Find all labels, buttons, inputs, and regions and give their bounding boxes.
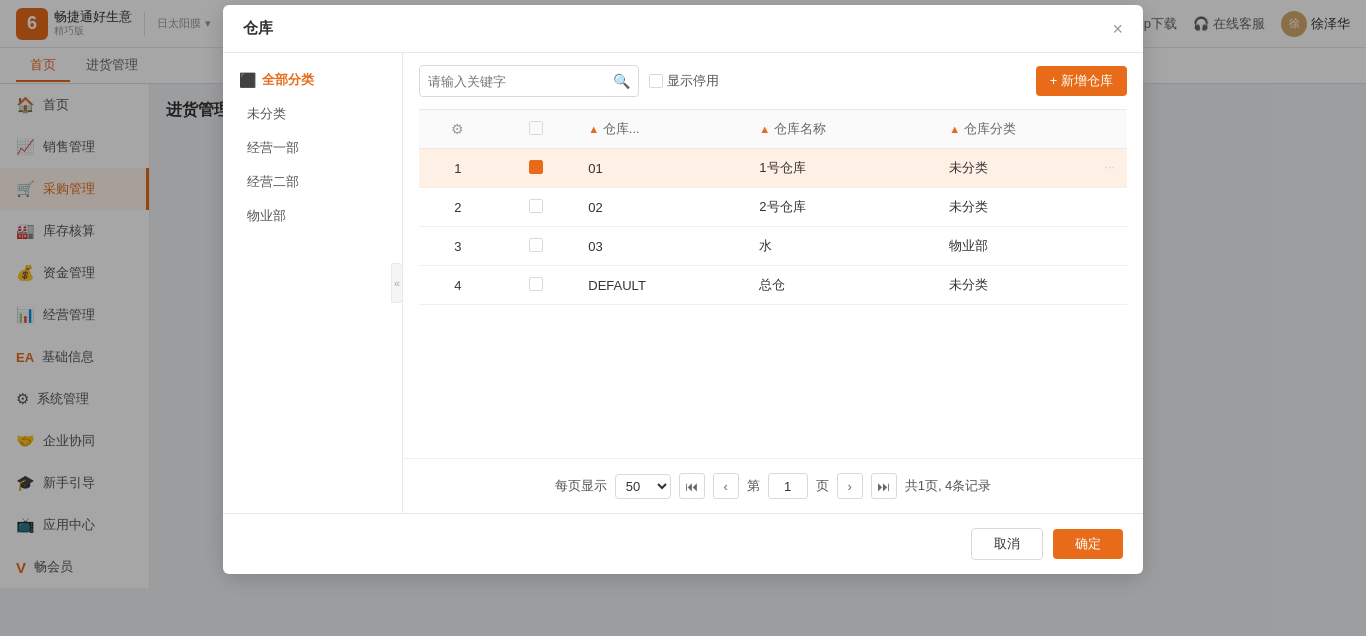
total-info: 共1页, 4条记录 — [905, 477, 992, 495]
table-row[interactable]: 3 03 水 物业部 — [419, 227, 1127, 266]
cat-item-dept2[interactable]: 经营二部 — [223, 165, 402, 199]
search-box: 🔍 — [419, 65, 639, 97]
row-more-button[interactable]: ··· — [1104, 159, 1115, 174]
all-cat-icon: ⬛ — [239, 72, 256, 88]
row-checkbox-cell[interactable] — [497, 227, 577, 266]
toolbar: 🔍 显示停用 + 新增仓库 — [403, 53, 1143, 109]
cancel-button[interactable]: 取消 — [971, 528, 1043, 560]
page-label: 第 — [747, 477, 760, 495]
table-row[interactable]: 4 DEFAULT 总仓 未分类 — [419, 266, 1127, 305]
all-cat-label: 全部分类 — [262, 71, 314, 89]
dialog-close-button[interactable]: × — [1112, 20, 1123, 38]
category-panel: ⬛ 全部分类 未分类 经营一部 经营二部 物业部 « — [223, 53, 403, 513]
warehouse-dialog: 仓库 × ⬛ 全部分类 未分类 经营一部 经营二部 物业部 « 🔍 — [223, 5, 1143, 574]
row-name: 总仓 — [747, 266, 937, 305]
search-input[interactable] — [428, 74, 613, 89]
pagination: 每页显示 50 10 20 100 ⏮ ‹ 第 页 › ⏭ 共1页, 4条记录 — [403, 458, 1143, 513]
all-categories[interactable]: ⬛ 全部分类 — [223, 63, 402, 97]
per-page-select[interactable]: 50 10 20 100 — [615, 474, 671, 499]
table-wrapper: ⚙ ▲ 仓库... ▲ 仓库名称 ▲ 仓库分类 1 01 1号仓库 未分类···… — [403, 109, 1143, 458]
show-disabled-checkbox[interactable] — [649, 74, 663, 88]
row-index-cell: 3 — [419, 227, 497, 266]
show-disabled-label: 显示停用 — [667, 72, 719, 90]
th-category: ▲ 仓库分类 — [937, 110, 1127, 149]
row-code: DEFAULT — [576, 266, 747, 305]
gear-icon: ⚙ — [451, 121, 464, 137]
show-disabled-toggle[interactable]: 显示停用 — [649, 72, 719, 90]
table-row[interactable]: 1 01 1号仓库 未分类··· — [419, 149, 1127, 188]
last-page-button[interactable]: ⏭ — [871, 473, 897, 499]
row-name: 水 — [747, 227, 937, 266]
row-index-cell: 1 — [419, 149, 497, 188]
search-icon: 🔍 — [613, 73, 630, 89]
row-index-cell: 4 — [419, 266, 497, 305]
next-page-button[interactable]: › — [837, 473, 863, 499]
dialog-title: 仓库 — [243, 19, 273, 38]
row-index-cell: 2 — [419, 188, 497, 227]
per-page-label: 每页显示 — [555, 477, 607, 495]
cat-item-uncategorized[interactable]: 未分类 — [223, 97, 402, 131]
row-code: 01 — [576, 149, 747, 188]
dialog-header: 仓库 × — [223, 5, 1143, 53]
dialog-footer: 取消 确定 — [223, 513, 1143, 574]
sort-icon-cat: ▲ — [949, 123, 960, 135]
row-name: 1号仓库 — [747, 149, 937, 188]
first-page-button[interactable]: ⏮ — [679, 473, 705, 499]
page-input[interactable] — [768, 473, 808, 499]
row-code: 03 — [576, 227, 747, 266]
th-settings: ⚙ — [419, 110, 497, 149]
confirm-button[interactable]: 确定 — [1053, 529, 1123, 559]
cat-item-property[interactable]: 物业部 — [223, 199, 402, 233]
row-checkbox-cell[interactable] — [497, 149, 577, 188]
row-category: 未分类··· — [937, 149, 1127, 188]
prev-page-button[interactable]: ‹ — [713, 473, 739, 499]
sort-icon-name: ▲ — [759, 123, 770, 135]
sort-icon-code: ▲ — [588, 123, 599, 135]
row-code: 02 — [576, 188, 747, 227]
right-panel: 🔍 显示停用 + 新增仓库 ⚙ ▲ 仓库... ▲ 仓库名称 — [403, 53, 1143, 513]
th-name: ▲ 仓库名称 — [747, 110, 937, 149]
page-suffix: 页 — [816, 477, 829, 495]
row-name: 2号仓库 — [747, 188, 937, 227]
row-checkbox-cell[interactable] — [497, 188, 577, 227]
cat-item-dept1[interactable]: 经营一部 — [223, 131, 402, 165]
th-code: ▲ 仓库... — [576, 110, 747, 149]
dialog-body: ⬛ 全部分类 未分类 经营一部 经营二部 物业部 « 🔍 显示停用 — [223, 53, 1143, 513]
row-category: 未分类 — [937, 266, 1127, 305]
row-category: 未分类 — [937, 188, 1127, 227]
add-warehouse-button[interactable]: + 新增仓库 — [1036, 66, 1127, 96]
warehouse-table: ⚙ ▲ 仓库... ▲ 仓库名称 ▲ 仓库分类 1 01 1号仓库 未分类···… — [419, 109, 1127, 305]
row-category: 物业部 — [937, 227, 1127, 266]
row-checkbox-cell[interactable] — [497, 266, 577, 305]
collapse-panel-button[interactable]: « — [391, 263, 403, 303]
select-all-checkbox[interactable] — [529, 121, 543, 135]
table-row[interactable]: 2 02 2号仓库 未分类 — [419, 188, 1127, 227]
th-checkbox — [497, 110, 577, 149]
